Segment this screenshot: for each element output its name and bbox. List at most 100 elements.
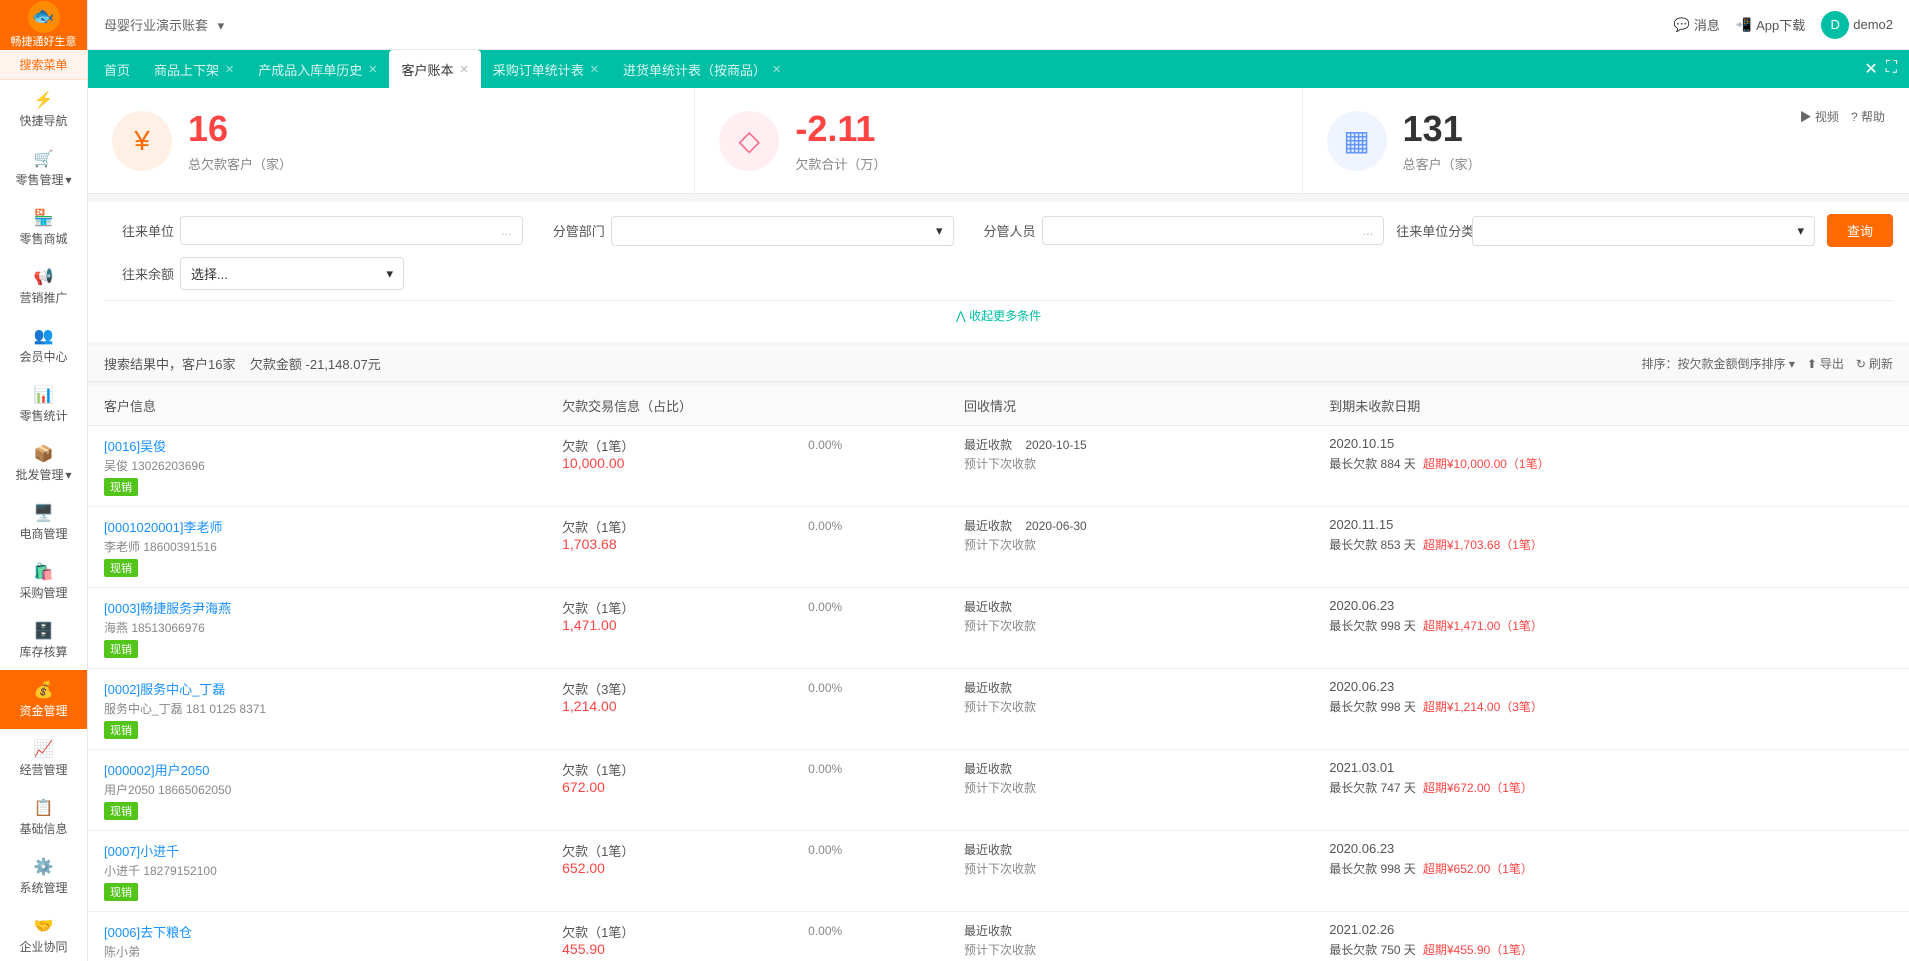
search-menu-btn[interactable]: 搜索菜单 bbox=[0, 50, 87, 80]
cell-customer-info-6: [0006]去下粮仓 陈小弟 现销 bbox=[88, 912, 546, 961]
debt-amount-0[interactable]: 10,000.00 bbox=[562, 455, 776, 471]
customer-name-2[interactable]: [0003]畅捷服务尹海燕 bbox=[104, 598, 530, 617]
close-tab-production-history[interactable]: ✕ bbox=[368, 63, 377, 76]
debt-amount-5[interactable]: 652.00 bbox=[562, 860, 776, 876]
stat-card-debtors: ¥ 16 总欠款客户（家） bbox=[88, 88, 695, 193]
collapse-btn[interactable]: ⋀ 收起更多条件 bbox=[104, 300, 1893, 330]
tab-production-history[interactable]: 产成品入库单历史 ✕ bbox=[246, 50, 389, 88]
customer-name-0[interactable]: [0016]吴俊 bbox=[104, 436, 530, 455]
enterprise-collab-icon: 🤝 bbox=[34, 916, 54, 936]
filter-balance-select[interactable]: 选择... ▾ bbox=[180, 257, 404, 290]
overdue-link-5[interactable]: 超期¥652.00（1笔） bbox=[1423, 862, 1533, 876]
overdue-link-2[interactable]: 超期¥1,471.00（1笔） bbox=[1423, 619, 1543, 633]
chevron-down-icon-store[interactable]: ▾ bbox=[218, 18, 225, 33]
close-tab-customer-account[interactable]: ✕ bbox=[460, 63, 469, 76]
sidebar-item-system[interactable]: ⚙️ 系统管理 bbox=[0, 847, 87, 906]
cell-debt-pct-5: 0.00% bbox=[792, 831, 948, 912]
overdue-day-1: 最长欠款 853 天 bbox=[1329, 538, 1419, 552]
tab-home[interactable]: 首页 bbox=[92, 50, 142, 88]
maximize-btn[interactable]: ⛶ bbox=[1886, 59, 1897, 79]
tab-purchase-product-stats[interactable]: 进货单统计表（按商品） ✕ bbox=[611, 50, 793, 88]
debt-amount-6[interactable]: 455.90 bbox=[562, 941, 776, 957]
cell-recovery-4: 最近收款 预计下次收款 bbox=[948, 750, 1313, 831]
filter-person-input[interactable]: ... bbox=[1042, 216, 1385, 245]
col-customer-info: 客户信息 bbox=[88, 386, 546, 426]
message-icon: 💬 bbox=[1674, 17, 1690, 33]
sidebar-item-ecommerce[interactable]: 🖥️ 电商管理 bbox=[0, 493, 87, 552]
overdue-day-6: 最长欠款 750 天 bbox=[1329, 943, 1419, 957]
results-bar: 搜索结果中，客户16家 欠款金额 -21,148.07元 排序：按欠款金额倒序排… bbox=[88, 346, 1909, 382]
sidebar-item-membership[interactable]: 👥 会员中心 bbox=[0, 316, 87, 375]
sidebar-item-retail-stats[interactable]: 📊 零售统计 bbox=[0, 375, 87, 434]
customer-name-5[interactable]: [0007]小进千 bbox=[104, 841, 530, 860]
sidebar-item-inventory[interactable]: 🗄️ 库存核算 bbox=[0, 611, 87, 670]
sidebar-item-enterprise-collab[interactable]: 🤝 企业协同 bbox=[0, 906, 87, 961]
chevron-down-dept: ▾ bbox=[936, 223, 943, 239]
close-tab-purchase-product-stats[interactable]: ✕ bbox=[772, 63, 781, 76]
debt-total-info: -2.11 欠款合计（万） bbox=[795, 108, 886, 173]
col-debt-info: 欠款交易信息（占比） bbox=[546, 386, 948, 426]
export-btn[interactable]: ⬆ 导出 bbox=[1807, 355, 1844, 372]
overdue-link-0[interactable]: 超期¥10,000.00（1笔） bbox=[1423, 457, 1550, 471]
debt-count-5: 欠款（1笔） bbox=[562, 841, 776, 860]
debt-amount-3[interactable]: 1,214.00 bbox=[562, 698, 776, 714]
customer-name-3[interactable]: [0002]服务中心_丁磊 bbox=[104, 679, 530, 698]
debtors-label: 总欠款客户（家） bbox=[188, 154, 292, 173]
debt-amount-4[interactable]: 672.00 bbox=[562, 779, 776, 795]
overdue-link-1[interactable]: 超期¥1,703.68（1笔） bbox=[1423, 538, 1543, 552]
filter-dept-select[interactable]: ▾ bbox=[611, 216, 954, 246]
sidebar-item-marketing[interactable]: 📢 营销推广 bbox=[0, 257, 87, 316]
filter-person-label: 分管人员 bbox=[966, 221, 1036, 240]
last-payment-0: 最近收款 2020-10-15 bbox=[964, 436, 1297, 453]
debt-amount-2[interactable]: 1,471.00 bbox=[562, 617, 776, 633]
filter-unit-label: 往来单位 bbox=[104, 221, 174, 240]
next-payment-5: 预计下次收款 bbox=[964, 860, 1297, 877]
customer-name-1[interactable]: [0001020001]李老师 bbox=[104, 517, 530, 536]
due-date-1: 2020.11.15 bbox=[1329, 517, 1893, 532]
tab-customer-account[interactable]: 客户账本 ✕ bbox=[389, 50, 480, 88]
overdue-link-3[interactable]: 超期¥1,214.00（3笔） bbox=[1423, 700, 1543, 714]
close-tab-purchase-stats[interactable]: ✕ bbox=[590, 63, 599, 76]
debt-pct-5: 0.00% bbox=[808, 843, 932, 857]
help-btn[interactable]: ? 帮助 bbox=[1851, 108, 1885, 125]
help-icon: ? bbox=[1851, 110, 1858, 124]
cell-customer-info-2: [0003]畅捷服务尹海燕 海燕 18513066976 现销 bbox=[88, 588, 546, 669]
close-tab-product-status[interactable]: ✕ bbox=[225, 63, 234, 76]
overdue-link-6[interactable]: 超期¥455.90（1笔） bbox=[1423, 943, 1533, 957]
message-btn[interactable]: 💬 消息 bbox=[1674, 15, 1720, 34]
due-date-6: 2021.02.26 bbox=[1329, 922, 1893, 937]
tab-product-status[interactable]: 商品上下架 ✕ bbox=[142, 50, 246, 88]
tab-purchase-stats[interactable]: 采购订单统计表 ✕ bbox=[481, 50, 611, 88]
filter-unit-input[interactable]: ... bbox=[180, 216, 523, 245]
debt-amount-1[interactable]: 1,703.68 bbox=[562, 536, 776, 552]
sidebar-item-retail-mgmt[interactable]: 🛒 零售管理 ▾ bbox=[0, 139, 87, 198]
query-button[interactable]: 查询 bbox=[1827, 214, 1893, 247]
app-download-btn[interactable]: 📲 App下载 bbox=[1736, 15, 1805, 34]
filter-category-select[interactable]: ▾ bbox=[1472, 216, 1815, 246]
customer-phone-1: 李老师 18600391516 bbox=[104, 538, 530, 555]
sidebar-item-basic-info[interactable]: 📋 基础信息 bbox=[0, 788, 87, 847]
sidebar-item-operations[interactable]: 📈 经营管理 bbox=[0, 729, 87, 788]
customer-name-6[interactable]: [0006]去下粮仓 bbox=[104, 922, 530, 941]
sidebar-item-retail-mall[interactable]: 🏪 零售商城 bbox=[0, 198, 87, 257]
debt-pct-0: 0.00% bbox=[808, 438, 932, 452]
sidebar-item-wholesale[interactable]: 📦 批发管理 ▾ bbox=[0, 434, 87, 493]
sidebar-item-finance[interactable]: 💰 资金管理 bbox=[0, 670, 87, 729]
total-customers-label: 总客户（家） bbox=[1403, 154, 1481, 173]
app-name: 畅捷通好生意 bbox=[11, 35, 77, 49]
chevron-down-sort[interactable]: ▾ bbox=[1789, 357, 1795, 371]
purchase-icon: 🛍️ bbox=[34, 562, 54, 582]
cell-due-date-1: 2020.11.15 最长欠款 853 天 超期¥1,703.68（1笔） bbox=[1313, 507, 1909, 588]
avatar-icon: D bbox=[1821, 11, 1849, 39]
video-btn[interactable]: ▶ 视频 bbox=[1800, 108, 1839, 125]
sidebar-item-purchase[interactable]: 🛍️ 采购管理 bbox=[0, 552, 87, 611]
customer-name-4[interactable]: [000002]用户2050 bbox=[104, 760, 530, 779]
customer-phone-3: 服务中心_丁磊 181 0125 8371 bbox=[104, 700, 530, 717]
col-due-date: 到期未收款日期 bbox=[1313, 386, 1909, 426]
refresh-btn[interactable]: ↻ 刷新 bbox=[1856, 355, 1893, 372]
cell-recovery-3: 最近收款 预计下次收款 bbox=[948, 669, 1313, 750]
overdue-link-4[interactable]: 超期¥672.00（1笔） bbox=[1423, 781, 1533, 795]
sidebar-item-quick-nav[interactable]: ⚡ 快捷导航 bbox=[0, 80, 87, 139]
user-avatar[interactable]: D demo2 bbox=[1821, 11, 1893, 39]
close-all-tabs-btn[interactable]: ✕ bbox=[1864, 59, 1877, 79]
